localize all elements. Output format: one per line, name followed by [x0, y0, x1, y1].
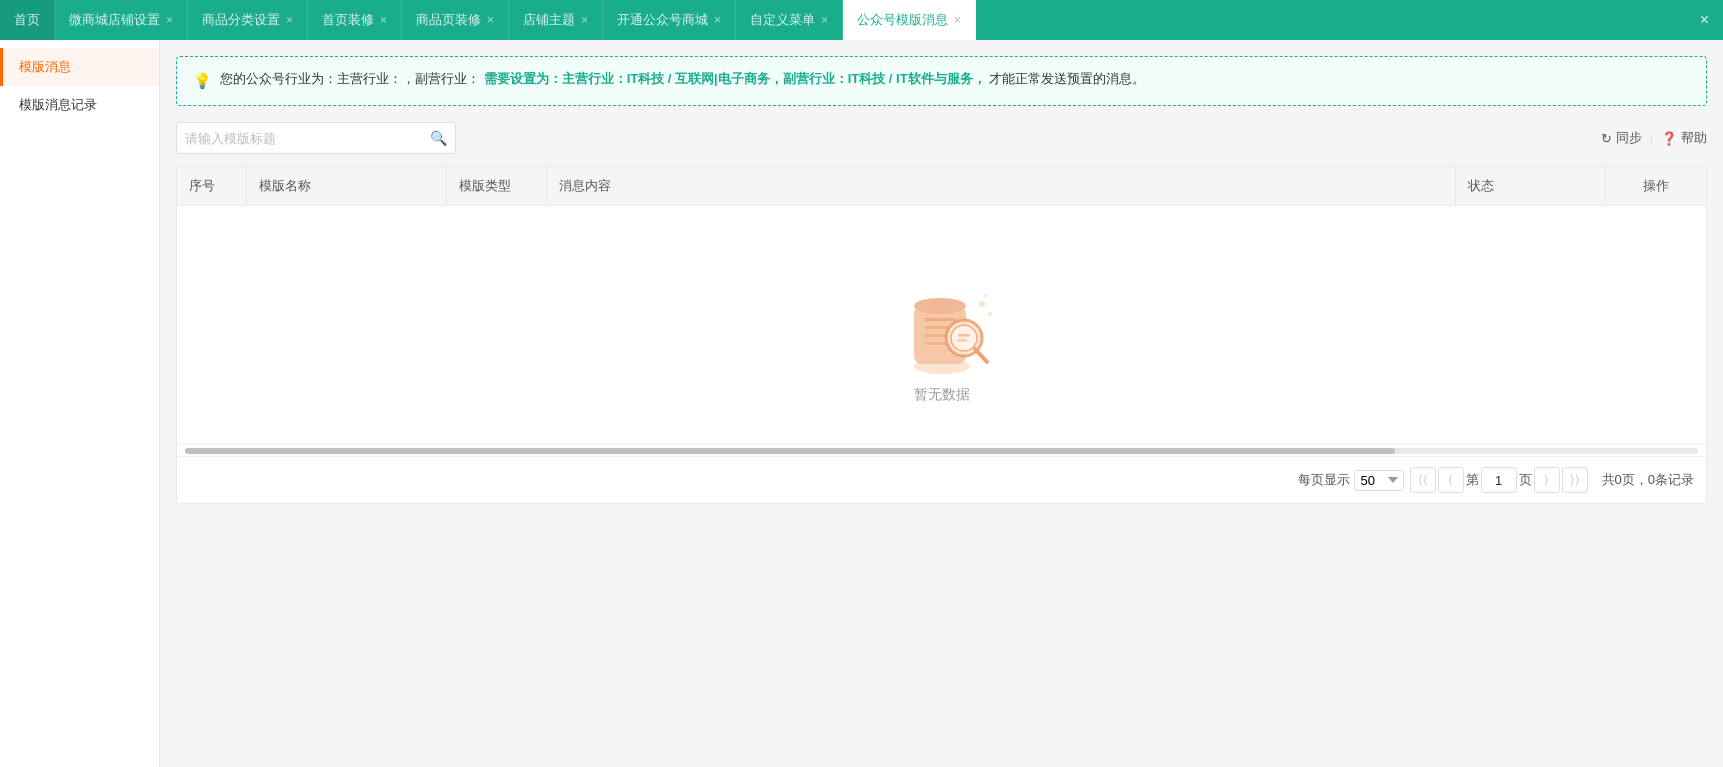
- col-header-action: 操作: [1606, 167, 1706, 205]
- col-header-seq: 序号: [177, 167, 247, 205]
- page-size-select[interactable]: 50 10 20 100: [1354, 470, 1404, 491]
- svg-rect-11: [958, 339, 967, 342]
- tab-home-decoration-label: 首页装修: [322, 11, 374, 29]
- svg-line-9: [975, 349, 987, 362]
- empty-state: 暂无数据: [177, 206, 1706, 444]
- search-input[interactable]: [185, 131, 430, 146]
- tab-open-mall[interactable]: 开通公众号商城 ×: [603, 0, 736, 40]
- help-icon: ❓: [1661, 131, 1677, 146]
- tab-template-msg-label: 公众号模版消息: [857, 11, 948, 29]
- svg-point-8: [951, 325, 977, 351]
- sync-icon: ↻: [1601, 131, 1612, 146]
- horizontal-scrollbar[interactable]: [177, 444, 1706, 456]
- svg-point-13: [988, 312, 992, 316]
- notice-icon: 💡: [193, 69, 212, 93]
- toolbar-divider: |: [1650, 131, 1653, 146]
- tab-product-decoration[interactable]: 商品页装修 ×: [402, 0, 509, 40]
- svg-rect-10: [958, 334, 970, 337]
- page-nav: ⟨⟨ ⟨ 第 页 ⟩ ⟩⟩: [1410, 467, 1588, 493]
- svg-rect-3: [924, 318, 956, 321]
- page-label-post: 页: [1519, 471, 1532, 489]
- tab-open-mall-label: 开通公众号商城: [617, 11, 708, 29]
- svg-point-14: [984, 294, 988, 298]
- col-header-status: 状态: [1456, 167, 1606, 205]
- tab-category-settings-close[interactable]: ×: [286, 13, 293, 27]
- tab-product-decoration-close[interactable]: ×: [487, 13, 494, 27]
- pagination: 每页显示 50 10 20 100 ⟨⟨ ⟨ 第 页 ⟩ ⟩⟩: [177, 456, 1706, 503]
- notice-text: 您的公众号行业为：主营行业：，副营行业： 需要设置为：主营行业：IT科技 / 互…: [220, 69, 1145, 90]
- current-page-input[interactable]: [1481, 467, 1517, 493]
- tab-home-decoration-close[interactable]: ×: [380, 13, 387, 27]
- tab-wshop-settings-label: 微商城店铺设置: [69, 11, 160, 29]
- table-header: 序号 模版名称 模版类型 消息内容 状态 操作: [177, 167, 1706, 206]
- notice-highlight: 需要设置为：主营行业：IT科技 / 互联网|电子商务，副营行业：IT科技 / I…: [484, 71, 986, 86]
- help-button[interactable]: ❓ 帮助: [1661, 129, 1707, 147]
- first-page-button[interactable]: ⟨⟨: [1410, 467, 1436, 493]
- tab-template-msg[interactable]: 公众号模版消息 ×: [843, 0, 976, 40]
- search-icon[interactable]: 🔍: [430, 130, 447, 146]
- sync-label: 同步: [1616, 129, 1642, 147]
- sidebar-item-template-msg-record[interactable]: 模版消息记录: [0, 86, 159, 124]
- content-area: 💡 您的公众号行业为：主营行业：，副营行业： 需要设置为：主营行业：IT科技 /…: [160, 40, 1723, 767]
- empty-text: 暂无数据: [914, 386, 970, 404]
- tab-wshop-settings-close[interactable]: ×: [166, 13, 173, 27]
- toolbar: 🔍 ↻ 同步 | ❓ 帮助: [176, 122, 1707, 154]
- notice-prefix: 您的公众号行业为：主营行业：，副营行业：: [220, 71, 480, 86]
- total-info: 共0页，0条记录: [1602, 471, 1694, 489]
- sync-button[interactable]: ↻ 同步: [1601, 129, 1642, 147]
- scrollbar-track: [185, 448, 1698, 454]
- tab-shop-theme-label: 店铺主题: [523, 11, 575, 29]
- svg-rect-4: [924, 326, 950, 329]
- close-all-tabs-button[interactable]: ×: [1686, 11, 1723, 29]
- sidebar: 模版消息 模版消息记录: [0, 40, 160, 767]
- tab-home-decoration[interactable]: 首页装修 ×: [308, 0, 402, 40]
- svg-rect-6: [924, 342, 946, 345]
- tab-home[interactable]: 首页: [0, 0, 55, 40]
- notice-banner: 💡 您的公众号行业为：主营行业：，副营行业： 需要设置为：主营行业：IT科技 /…: [176, 56, 1707, 106]
- page-size-selector: 每页显示 50 10 20 100: [1298, 470, 1404, 491]
- svg-point-12: [979, 301, 985, 307]
- next-page-button[interactable]: ⟩: [1534, 467, 1560, 493]
- tab-custom-menu-label: 自定义菜单: [750, 11, 815, 29]
- notice-suffix: 才能正常发送预置的消息。: [989, 71, 1145, 86]
- tab-home-label: 首页: [14, 11, 40, 29]
- toolbar-right: ↻ 同步 | ❓ 帮助: [1601, 129, 1707, 147]
- tab-category-settings[interactable]: 商品分类设置 ×: [188, 0, 308, 40]
- tab-custom-menu[interactable]: 自定义菜单 ×: [736, 0, 843, 40]
- svg-point-2: [914, 298, 966, 314]
- main-layout: 模版消息 模版消息记录 💡 您的公众号行业为：主营行业：，副营行业： 需要设置为…: [0, 40, 1723, 767]
- last-page-button[interactable]: ⟩⟩: [1562, 467, 1588, 493]
- prev-page-button[interactable]: ⟨: [1438, 467, 1464, 493]
- help-label: 帮助: [1681, 129, 1707, 147]
- col-header-content: 消息内容: [547, 167, 1456, 205]
- sidebar-item-template-msg-record-label: 模版消息记录: [19, 97, 97, 112]
- tab-category-settings-label: 商品分类设置: [202, 11, 280, 29]
- tab-custom-menu-close[interactable]: ×: [821, 13, 828, 27]
- tab-shop-theme[interactable]: 店铺主题 ×: [509, 0, 603, 40]
- data-table: 序号 模版名称 模版类型 消息内容 状态 操作: [176, 166, 1707, 504]
- col-header-name: 模版名称: [247, 167, 447, 205]
- empty-illustration: [882, 266, 1002, 386]
- search-box: 🔍: [176, 122, 456, 154]
- page-size-label: 每页显示: [1298, 471, 1350, 489]
- tab-shop-theme-close[interactable]: ×: [581, 13, 588, 27]
- tab-template-msg-close[interactable]: ×: [954, 13, 961, 27]
- tab-bar: 首页 微商城店铺设置 × 商品分类设置 × 首页装修 × 商品页装修 × 店铺主…: [0, 0, 1723, 40]
- col-header-type: 模版类型: [447, 167, 547, 205]
- sidebar-item-template-msg[interactable]: 模版消息: [0, 48, 159, 86]
- tab-wshop-settings[interactable]: 微商城店铺设置 ×: [55, 0, 188, 40]
- tab-open-mall-close[interactable]: ×: [714, 13, 721, 27]
- page-label-pre: 第: [1466, 471, 1479, 489]
- scrollbar-thumb[interactable]: [185, 448, 1395, 454]
- tab-product-decoration-label: 商品页装修: [416, 11, 481, 29]
- sidebar-item-template-msg-label: 模版消息: [19, 59, 71, 74]
